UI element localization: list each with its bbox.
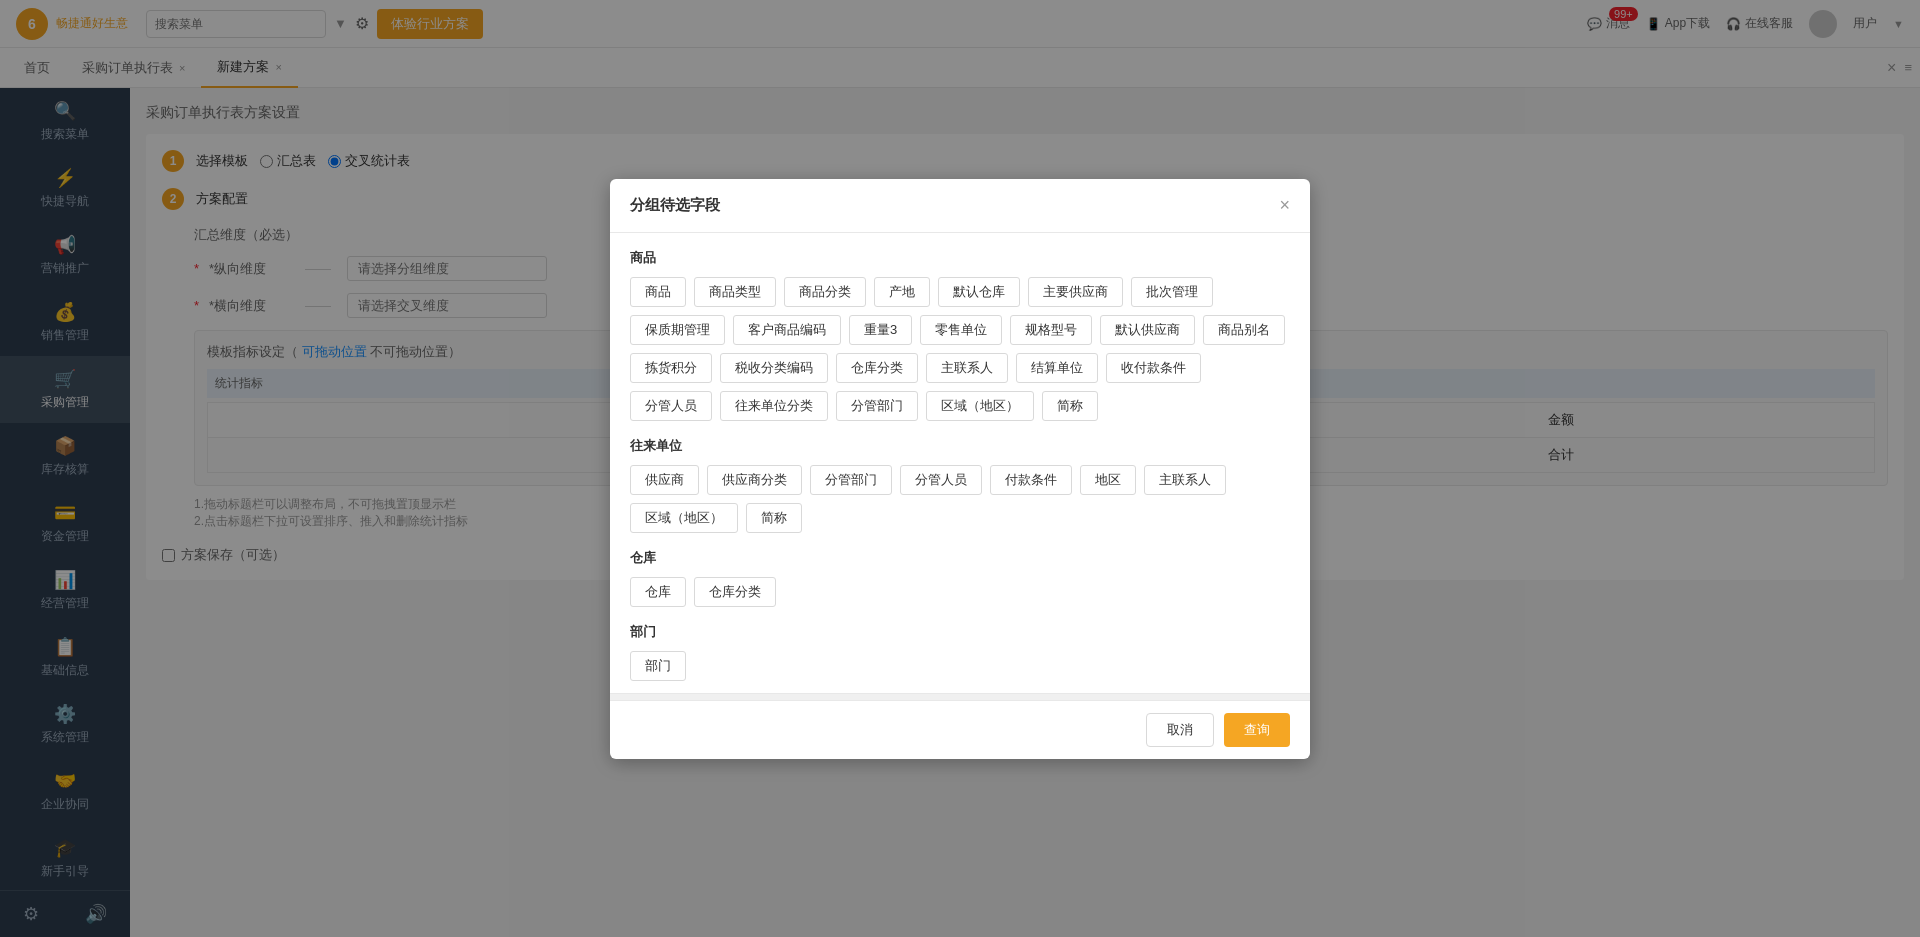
- field-tag[interactable]: 分管部门: [810, 465, 892, 495]
- field-section: 部门部门: [630, 623, 1290, 681]
- field-tag[interactable]: 分管人员: [900, 465, 982, 495]
- modal-overlay: 分组待选字段 × 商品商品商品类型商品分类产地默认仓库主要供应商批次管理保质期管…: [0, 0, 1920, 937]
- field-tag[interactable]: 商品类型: [694, 277, 776, 307]
- field-tag[interactable]: 区域（地区）: [926, 391, 1034, 421]
- field-section: 仓库仓库仓库分类: [630, 549, 1290, 607]
- field-tag[interactable]: 商品: [630, 277, 686, 307]
- field-tag[interactable]: 地区: [1080, 465, 1136, 495]
- field-tag[interactable]: 产地: [874, 277, 930, 307]
- field-section: 往来单位供应商供应商分类分管部门分管人员付款条件地区主联系人区域（地区） 简称: [630, 437, 1290, 533]
- field-tag[interactable]: 客户商品编码: [733, 315, 841, 345]
- modal-close-button[interactable]: ×: [1279, 195, 1290, 216]
- field-tag[interactable]: 部门: [630, 651, 686, 681]
- field-tag[interactable]: 重量3: [849, 315, 912, 345]
- field-tag[interactable]: 主联系人: [926, 353, 1008, 383]
- field-tag[interactable]: 拣货积分: [630, 353, 712, 383]
- field-tag[interactable]: 分管部门: [836, 391, 918, 421]
- field-tag[interactable]: 分管人员: [630, 391, 712, 421]
- field-tag[interactable]: 默认供应商: [1100, 315, 1195, 345]
- field-tags: 供应商供应商分类分管部门分管人员付款条件地区主联系人区域（地区） 简称: [630, 465, 1290, 533]
- field-tag[interactable]: 仓库: [630, 577, 686, 607]
- field-tags: 商品商品类型商品分类产地默认仓库主要供应商批次管理保质期管理客户商品编码重量3 零…: [630, 277, 1290, 421]
- field-tag[interactable]: 结算单位: [1016, 353, 1098, 383]
- field-tag[interactable]: 简称: [1042, 391, 1098, 421]
- modal: 分组待选字段 × 商品商品商品类型商品分类产地默认仓库主要供应商批次管理保质期管…: [610, 179, 1310, 759]
- field-tag[interactable]: 零售单位: [920, 315, 1002, 345]
- field-tag[interactable]: 保质期管理: [630, 315, 725, 345]
- modal-header: 分组待选字段 ×: [610, 179, 1310, 233]
- modal-footer: 取消 查询: [610, 700, 1310, 759]
- field-tag[interactable]: 主联系人: [1144, 465, 1226, 495]
- field-tag[interactable]: 税收分类编码: [720, 353, 828, 383]
- field-section-title: 仓库: [630, 549, 1290, 567]
- field-section-title: 部门: [630, 623, 1290, 641]
- field-tag[interactable]: 付款条件: [990, 465, 1072, 495]
- modal-body: 商品商品商品类型商品分类产地默认仓库主要供应商批次管理保质期管理客户商品编码重量…: [610, 233, 1310, 694]
- cancel-button[interactable]: 取消: [1146, 713, 1214, 747]
- field-tag[interactable]: 商品别名: [1203, 315, 1285, 345]
- field-tag[interactable]: 仓库分类: [836, 353, 918, 383]
- field-tags: 仓库仓库分类: [630, 577, 1290, 607]
- field-section: 商品商品商品类型商品分类产地默认仓库主要供应商批次管理保质期管理客户商品编码重量…: [630, 249, 1290, 421]
- field-tag[interactable]: 供应商分类: [707, 465, 802, 495]
- field-tag[interactable]: 往来单位分类: [720, 391, 828, 421]
- modal-title: 分组待选字段: [630, 196, 720, 215]
- field-tag[interactable]: 默认仓库: [938, 277, 1020, 307]
- field-tags: 部门: [630, 651, 1290, 681]
- field-tag[interactable]: 批次管理: [1131, 277, 1213, 307]
- field-tag[interactable]: 仓库分类: [694, 577, 776, 607]
- field-section-title: 商品: [630, 249, 1290, 267]
- field-tag[interactable]: 收付款条件: [1106, 353, 1201, 383]
- field-tag[interactable]: 商品分类: [784, 277, 866, 307]
- field-tag[interactable]: 区域（地区）: [630, 503, 738, 533]
- confirm-button[interactable]: 查询: [1224, 713, 1290, 747]
- field-tag[interactable]: 主要供应商: [1028, 277, 1123, 307]
- field-section-title: 往来单位: [630, 437, 1290, 455]
- field-tag[interactable]: 简称: [746, 503, 802, 533]
- field-tag[interactable]: 规格型号: [1010, 315, 1092, 345]
- field-tag[interactable]: 供应商: [630, 465, 699, 495]
